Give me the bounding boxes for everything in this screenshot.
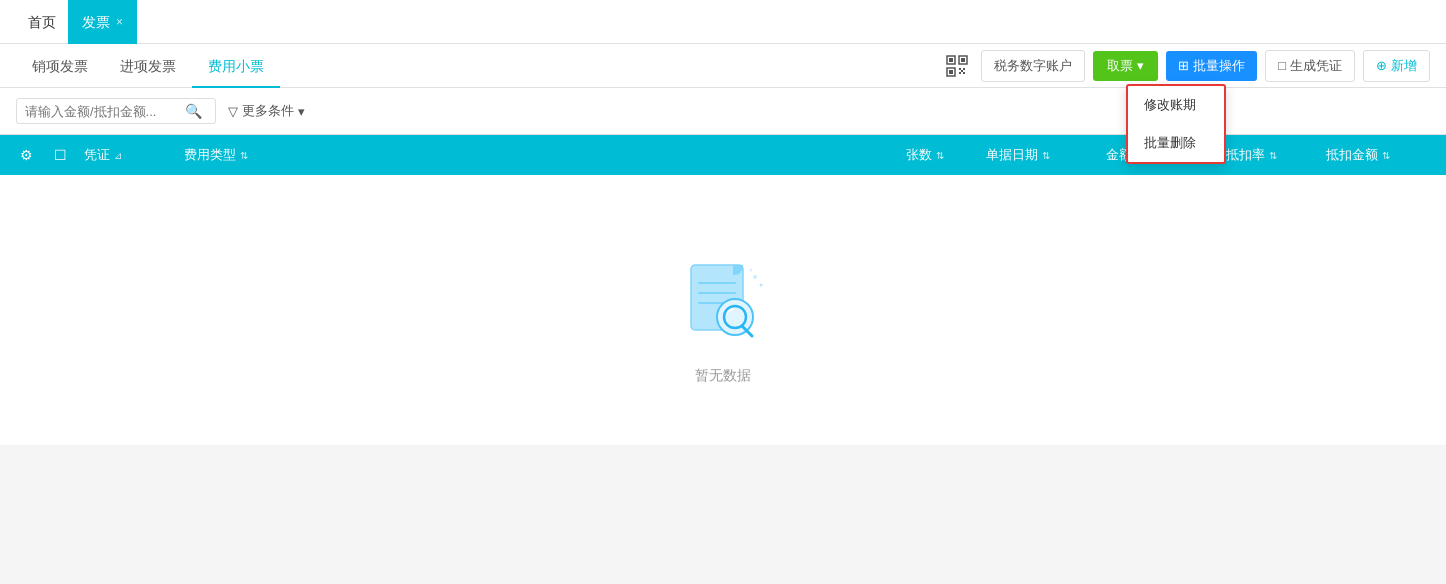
th-expense-type-sort-icon[interactable]: ⇅ (240, 150, 248, 161)
svg-rect-9 (963, 72, 965, 74)
qr-icon (946, 55, 968, 77)
th-deduct-amount-label: 抵扣金额 (1326, 146, 1378, 164)
svg-point-18 (753, 275, 757, 279)
get-invoice-dropdown-icon: ▾ (1137, 58, 1144, 73)
th-settings[interactable]: ⚙ (8, 147, 44, 163)
svg-rect-1 (949, 58, 953, 62)
th-count: 张数 ⇅ (898, 146, 978, 164)
th-date: 单据日期 ⇅ (978, 146, 1098, 164)
more-filters-dropdown-icon: ▾ (298, 104, 305, 119)
toolbar: 税务数字账户 取票 ▾ ⊞ 批量操作 □ 生成凭证 ⊕ 新增 (941, 50, 1430, 82)
invoice-tab-close[interactable]: × (116, 0, 123, 44)
get-invoice-label: 取票 (1107, 57, 1133, 75)
invoice-tab-label: 发票 (82, 0, 110, 44)
svg-rect-7 (963, 68, 965, 70)
more-filters-label: 更多条件 (242, 102, 294, 120)
search-input-wrap[interactable]: 🔍 (16, 98, 216, 124)
th-expense-type: 费用类型 ⇅ (176, 146, 898, 164)
th-date-label: 单据日期 (986, 146, 1038, 164)
th-deduct-amount-sort-icon[interactable]: ⇅ (1382, 150, 1390, 161)
th-checkbox[interactable]: ☐ (44, 147, 76, 163)
th-deduct-rate-sort-icon[interactable]: ⇅ (1269, 150, 1277, 161)
tab-purchase-invoice[interactable]: 进项发票 (104, 44, 192, 88)
batch-delete-item[interactable]: 批量删除 (1128, 124, 1224, 162)
qr-button[interactable] (941, 50, 973, 82)
batch-op-label: 批量操作 (1193, 57, 1245, 75)
batch-op-button[interactable]: ⊞ 批量操作 (1166, 51, 1257, 81)
top-nav: 首页 发票 × (0, 0, 1446, 44)
svg-rect-8 (959, 72, 961, 74)
filter-bar: 🔍 ▽ 更多条件 ▾ (0, 88, 1446, 135)
tax-digital-button[interactable]: 税务数字账户 (981, 50, 1085, 82)
sub-nav: 销项发票 进项发票 费用小票 税务数字账户 取票 ▾ (0, 44, 1446, 88)
th-deduct-amount: 抵扣金额 ⇅ (1318, 146, 1438, 164)
svg-point-20 (750, 269, 753, 272)
modify-period-item[interactable]: 修改账期 (1128, 86, 1224, 124)
search-input[interactable] (25, 104, 185, 119)
empty-state: 暂无数据 (0, 175, 1446, 445)
table-wrapper: ⚙ ☐ 凭证 ⊿ 费用类型 ⇅ 张数 ⇅ 单据日期 ⇅ 金额 ⇅ 抵扣率 ⇅ (0, 135, 1446, 445)
generate-voucher-button[interactable]: □ 生成凭证 (1265, 50, 1355, 82)
svg-rect-10 (961, 70, 963, 72)
invoice-tab[interactable]: 发票 × (68, 0, 137, 44)
empty-text: 暂无数据 (695, 367, 751, 385)
svg-rect-6 (959, 68, 961, 70)
svg-point-19 (760, 284, 763, 287)
th-deduct-rate-label: 抵扣率 (1226, 146, 1265, 164)
generate-voucher-icon: □ (1278, 58, 1286, 73)
home-tab[interactable]: 首页 (16, 0, 68, 44)
svg-rect-5 (949, 70, 953, 74)
th-count-sort-icon[interactable]: ⇅ (936, 150, 944, 161)
batch-op-dropdown: 修改账期 批量删除 (1126, 84, 1226, 164)
more-filters-button[interactable]: ▽ 更多条件 ▾ (228, 102, 305, 120)
checkbox-icon: ☐ (54, 147, 67, 163)
th-voucher-filter-icon[interactable]: ⊿ (114, 150, 122, 161)
add-label: 新增 (1391, 57, 1417, 75)
get-invoice-button[interactable]: 取票 ▾ (1093, 51, 1158, 81)
th-voucher: 凭证 ⊿ (76, 146, 176, 164)
sub-nav-tabs: 销项发票 进项发票 费用小票 (16, 44, 280, 88)
th-expense-type-label: 费用类型 (184, 146, 236, 164)
add-icon: ⊕ (1376, 58, 1387, 73)
generate-voucher-label: 生成凭证 (1290, 57, 1342, 75)
search-icon[interactable]: 🔍 (185, 103, 202, 119)
tab-sales-invoice[interactable]: 销项发票 (16, 44, 104, 88)
th-deduct-rate: 抵扣率 ⇅ (1218, 146, 1318, 164)
th-voucher-label: 凭证 (84, 146, 110, 164)
batch-op-icon: ⊞ (1178, 58, 1189, 73)
th-count-label: 张数 (906, 146, 932, 164)
add-button[interactable]: ⊕ 新增 (1363, 50, 1430, 82)
th-date-sort-icon[interactable]: ⇅ (1042, 150, 1050, 161)
table-header: ⚙ ☐ 凭证 ⊿ 费用类型 ⇅ 张数 ⇅ 单据日期 ⇅ 金额 ⇅ 抵扣率 ⇅ (0, 135, 1446, 175)
tab-expense-ticket[interactable]: 费用小票 (192, 44, 280, 88)
settings-icon: ⚙ (20, 147, 33, 163)
filter-icon: ▽ (228, 104, 238, 119)
empty-icon (673, 255, 773, 355)
svg-rect-3 (961, 58, 965, 62)
